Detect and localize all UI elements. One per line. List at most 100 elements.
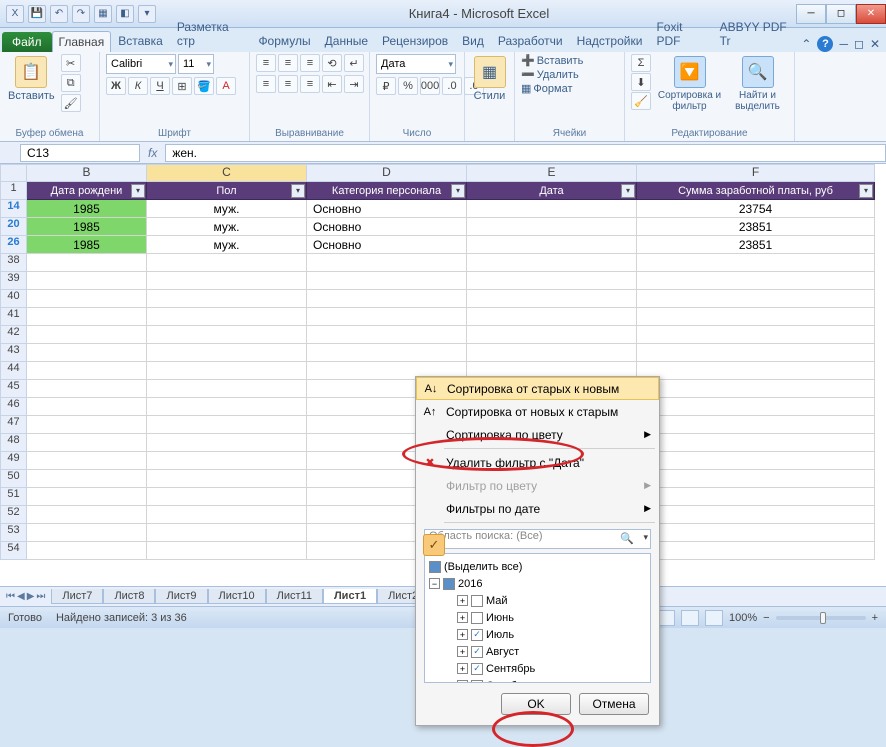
fill-button[interactable]: ⬇ bbox=[631, 73, 651, 91]
mdi-minimize-icon[interactable]: ─ bbox=[839, 37, 848, 51]
sort-oldest-newest-item[interactable]: A↓Сортировка от старых к новым bbox=[416, 377, 659, 400]
cell[interactable] bbox=[147, 272, 307, 290]
zoom-out-button[interactable]: − bbox=[763, 612, 769, 624]
checkbox-year[interactable] bbox=[443, 578, 455, 590]
tab-data[interactable]: Данные bbox=[318, 30, 375, 52]
collapse-icon[interactable]: − bbox=[429, 578, 440, 589]
cell[interactable] bbox=[147, 488, 307, 506]
cell[interactable] bbox=[27, 470, 147, 488]
decrease-indent-button[interactable]: ⇤ bbox=[322, 75, 342, 93]
cell[interactable] bbox=[147, 362, 307, 380]
checkbox-month[interactable] bbox=[471, 612, 483, 624]
cell[interactable] bbox=[637, 452, 875, 470]
checkbox-select-all[interactable] bbox=[429, 561, 441, 573]
cell[interactable] bbox=[27, 272, 147, 290]
tab-insert[interactable]: Вставка bbox=[111, 30, 170, 52]
cell[interactable] bbox=[467, 236, 637, 254]
row-header[interactable]: 51 bbox=[0, 488, 27, 506]
underline-button[interactable]: Ч bbox=[150, 77, 170, 95]
help-icon[interactable]: ? bbox=[817, 36, 833, 52]
row-header[interactable]: 47 bbox=[0, 416, 27, 434]
cell[interactable] bbox=[637, 524, 875, 542]
cell[interactable] bbox=[27, 416, 147, 434]
expand-icon[interactable]: + bbox=[457, 612, 468, 623]
align-center-button[interactable]: ≡ bbox=[278, 75, 298, 93]
row-header[interactable]: 53 bbox=[0, 524, 27, 542]
cell[interactable] bbox=[27, 380, 147, 398]
expand-icon[interactable]: + bbox=[457, 663, 468, 674]
cell[interactable]: 1985 bbox=[27, 200, 147, 218]
number-format-combo[interactable]: Дата bbox=[376, 54, 456, 74]
format-painter-icon[interactable]: 🖌 bbox=[61, 94, 81, 112]
chevron-down-icon[interactable]: ▾ bbox=[643, 532, 648, 543]
cell[interactable] bbox=[147, 452, 307, 470]
row-header[interactable]: 52 bbox=[0, 506, 27, 524]
sheet-tab[interactable]: Лист7 bbox=[51, 589, 103, 604]
sort-by-color-item[interactable]: Сортировка по цвету▶ bbox=[416, 423, 659, 446]
minimize-ribbon-icon[interactable]: ⌃ bbox=[801, 37, 811, 51]
cell[interactable] bbox=[637, 380, 875, 398]
cell[interactable] bbox=[147, 506, 307, 524]
tab-foxit[interactable]: Foxit PDF bbox=[649, 16, 712, 52]
expand-icon[interactable]: + bbox=[457, 646, 468, 657]
ok-button[interactable]: OK bbox=[501, 693, 571, 715]
styles-button[interactable]: ▦ Стили bbox=[471, 54, 508, 104]
filter-dropdown-icon[interactable]: ▾ bbox=[859, 184, 873, 198]
cell[interactable]: 23851 bbox=[637, 236, 875, 254]
cell[interactable] bbox=[147, 254, 307, 272]
increase-indent-button[interactable]: ⇥ bbox=[344, 75, 364, 93]
comma-button[interactable]: 000 bbox=[420, 77, 440, 95]
row-header[interactable]: 54 bbox=[0, 542, 27, 560]
cell[interactable] bbox=[637, 542, 875, 560]
cell[interactable]: Основно bbox=[307, 218, 467, 236]
cell[interactable] bbox=[27, 344, 147, 362]
column-header[interactable]: F bbox=[637, 164, 875, 182]
filter-checkbox-tree[interactable]: (Выделить все) −2016 +Май+Июнь+Июль+Авгу… bbox=[424, 553, 651, 683]
tab-formulas[interactable]: Формулы bbox=[251, 30, 317, 52]
cell[interactable] bbox=[307, 344, 467, 362]
table-header-cell[interactable]: Категория персонала▾ bbox=[307, 182, 467, 200]
cell[interactable] bbox=[27, 542, 147, 560]
cell[interactable] bbox=[637, 398, 875, 416]
sheet-tab[interactable]: Лист9 bbox=[155, 589, 207, 604]
cell[interactable]: 23851 bbox=[637, 218, 875, 236]
cell[interactable] bbox=[27, 524, 147, 542]
cell[interactable] bbox=[147, 308, 307, 326]
align-left-button[interactable]: ≡ bbox=[256, 75, 276, 93]
filter-dropdown-icon[interactable]: ▾ bbox=[291, 184, 305, 198]
row-header[interactable]: 40 bbox=[0, 290, 27, 308]
checkbox-month[interactable] bbox=[471, 663, 483, 675]
cell[interactable] bbox=[27, 362, 147, 380]
excel-icon[interactable]: X bbox=[6, 5, 24, 23]
cell[interactable]: 1985 bbox=[27, 236, 147, 254]
cell[interactable] bbox=[147, 470, 307, 488]
align-top-button[interactable]: ≡ bbox=[256, 54, 276, 72]
cell[interactable]: 1985 bbox=[27, 218, 147, 236]
delete-cells-button[interactable]: ➖Удалить bbox=[521, 68, 579, 81]
autosum-button[interactable]: Σ bbox=[631, 54, 651, 72]
file-tab[interactable]: Файл bbox=[2, 32, 52, 52]
mdi-restore-icon[interactable]: ◻ bbox=[854, 37, 864, 51]
cell[interactable] bbox=[467, 326, 637, 344]
find-select-button[interactable]: 🔍 Найти и выделить bbox=[728, 54, 787, 114]
sort-filter-button[interactable]: 🔽 Сортировка и фильтр bbox=[655, 54, 724, 114]
cancel-button[interactable]: Отмена bbox=[579, 693, 649, 715]
font-name-combo[interactable]: Calibri bbox=[106, 54, 176, 74]
tab-abbyy[interactable]: ABBYY PDF Tr bbox=[713, 16, 802, 52]
font-size-combo[interactable]: 11 bbox=[178, 54, 214, 74]
cell[interactable] bbox=[637, 290, 875, 308]
maximize-button[interactable]: ◻ bbox=[826, 4, 856, 24]
cell[interactable] bbox=[147, 434, 307, 452]
cell[interactable] bbox=[307, 290, 467, 308]
font-color-button[interactable]: A bbox=[216, 77, 236, 95]
cell[interactable] bbox=[637, 272, 875, 290]
cell[interactable] bbox=[147, 542, 307, 560]
row-header[interactable]: 45 bbox=[0, 380, 27, 398]
fx-icon[interactable]: fx bbox=[140, 146, 165, 160]
column-header[interactable]: C bbox=[147, 164, 307, 182]
cell[interactable] bbox=[637, 470, 875, 488]
undo-icon[interactable]: ↶ bbox=[50, 5, 68, 23]
row-header[interactable]: 49 bbox=[0, 452, 27, 470]
column-header[interactable]: E bbox=[467, 164, 637, 182]
cell[interactable] bbox=[27, 326, 147, 344]
